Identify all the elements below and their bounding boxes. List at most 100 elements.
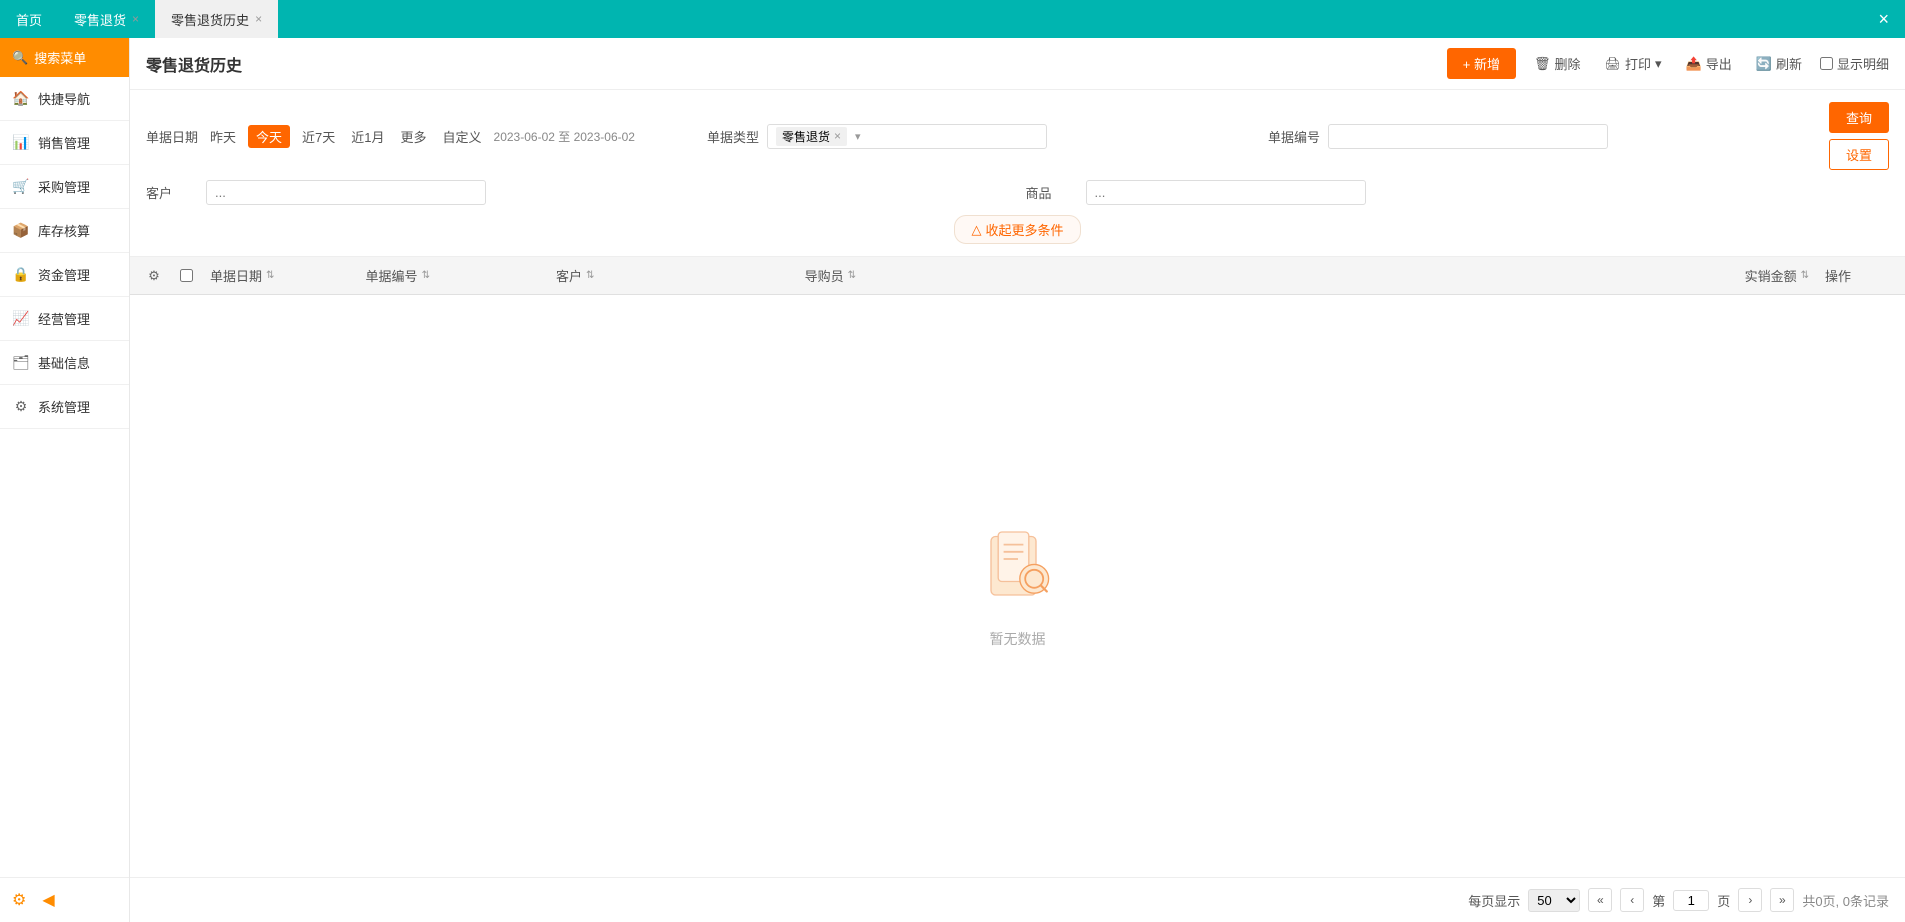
page-unit: 页 [1717,891,1730,910]
page-number-input[interactable] [1673,890,1709,911]
type-tag-input[interactable]: 零售退货 × ▾ [767,124,1047,149]
date-option-more[interactable]: 更多 [397,125,431,148]
refresh-icon: 🔄 [1756,56,1772,72]
date-option-custom[interactable]: 自定义 [439,125,486,148]
th-amount[interactable]: 实销金额 ⇅ [987,266,1817,285]
goods-filter-label: 商品 [1026,183,1086,202]
sidebar-item-operations[interactable]: 📈 经营管理 [0,297,129,341]
sort-date-icon: ⇅ [266,270,274,281]
tab-retail-return-history[interactable]: 零售退货历史 × [155,0,278,38]
display-toggle[interactable]: 显示明细 [1820,54,1889,73]
th-guide[interactable]: 导购员 ⇅ [797,266,987,285]
display-checkbox[interactable] [1820,57,1833,70]
export-icon: 📤 [1686,56,1702,72]
type-tag: 零售退货 × [776,127,847,146]
sidebar-item-system[interactable]: ⚙ 系统管理 [0,385,129,429]
number-filter-field [1328,124,1813,149]
collapse-button[interactable]: △ 收起更多条件 [954,215,1080,244]
sidebar-item-sales[interactable]: 📊 销售管理 [0,121,129,165]
delete-icon: 🗑 [1534,56,1551,72]
filter-area: 单据日期 昨天 今天 近7天 近1月 更多 自定义 2023-06-02 至 2… [130,90,1905,257]
sort-amount-icon: ⇅ [1801,270,1809,281]
sidebar-search[interactable]: 🔍 搜索菜单 [0,38,129,77]
query-button[interactable]: 查询 [1829,102,1889,133]
collapse-row: △ 收起更多条件 [146,215,1889,244]
date-filter-group: 昨天 今天 近7天 近1月 更多 自定义 2023-06-02 至 2023-0… [206,125,691,148]
number-filter-label: 单据编号 [1268,127,1328,146]
date-filter-label: 单据日期 [146,127,206,146]
empty-state: 暂无数据 [130,295,1905,877]
tab-retail-return[interactable]: 零售退货 × [58,0,155,38]
tab-home[interactable]: 首页 [0,0,58,38]
type-filter-field: 零售退货 × ▾ [767,124,1252,149]
page-size-label: 每页显示 [1468,891,1520,910]
tab-list: 首页 零售退货 × 零售退货历史 × [0,0,1862,38]
content-area: 零售退货历史 + 新增 🗑 删除 🖨 打印 ▾ 📤 导出 🔄 [130,38,1905,922]
date-option-today[interactable]: 今天 [248,125,290,148]
page-header: 零售退货历史 + 新增 🗑 删除 🖨 打印 ▾ 📤 导出 🔄 [130,38,1905,90]
page-label: 第 [1652,891,1665,910]
page-title: 零售退货历史 [146,52,242,76]
sidebar: 🔍 搜索菜单 🏠 快捷导航 📊 销售管理 🛒 采购管理 📦 库存核算 🔒 资金管… [0,38,130,922]
refresh-button[interactable]: 🔄 刷新 [1750,50,1808,77]
number-filter-input[interactable] [1328,124,1608,149]
select-all-checkbox[interactable] [180,269,193,282]
purchase-icon: 🛒 [12,178,30,196]
finance-icon: 🔒 [12,266,30,284]
new-button[interactable]: + 新增 [1447,48,1516,79]
last-page-button[interactable]: » [1770,888,1794,912]
settings-bottom-icon[interactable]: ⚙ [12,890,26,910]
collapse-sidebar-icon[interactable]: ◀ [42,890,54,910]
type-dropdown-arrow: ▾ [855,130,861,143]
sort-number-icon: ⇅ [422,270,430,281]
table-area: ⚙ 单据日期 ⇅ 单据编号 ⇅ 客户 ⇅ 导购员 ⇅ [130,257,1905,922]
table-settings-icon[interactable]: ⚙ [138,268,170,284]
print-button[interactable]: 🖨 打印 ▾ [1599,50,1668,77]
sort-customer-icon: ⇅ [586,270,594,281]
sidebar-item-purchase[interactable]: 🛒 采购管理 [0,165,129,209]
operations-icon: 📈 [12,310,30,328]
sidebar-item-inventory[interactable]: 📦 库存核算 [0,209,129,253]
collapse-icon: △ [971,222,981,238]
sidebar-item-quick-nav[interactable]: 🏠 快捷导航 [0,77,129,121]
type-tag-close[interactable]: × [834,129,841,143]
type-filter-label: 单据类型 [707,127,767,146]
print-dropdown-icon: ▾ [1655,56,1662,72]
goods-filter-field [1086,180,1890,205]
th-date[interactable]: 单据日期 ⇅ [202,266,358,285]
export-button[interactable]: 📤 导出 [1680,50,1738,77]
goods-filter-input[interactable] [1086,180,1366,205]
home-icon: 🏠 [12,90,30,108]
empty-icon [973,523,1063,613]
sidebar-bottom: ⚙ ◀ [0,877,129,922]
top-bar: 首页 零售退货 × 零售退货历史 × × [0,0,1905,38]
filter-row-date: 单据日期 昨天 今天 近7天 近1月 更多 自定义 2023-06-02 至 2… [146,102,1889,170]
sort-guide-icon: ⇅ [848,270,856,281]
close-tab-retail-return[interactable]: × [132,12,139,26]
sidebar-item-finance[interactable]: 🔒 资金管理 [0,253,129,297]
th-number[interactable]: 单据编号 ⇅ [358,266,548,285]
date-option-yesterday[interactable]: 昨天 [206,125,240,148]
prev-page-button[interactable]: ‹ [1620,888,1644,912]
date-option-7days[interactable]: 近7天 [298,125,339,148]
first-page-button[interactable]: « [1588,888,1612,912]
inventory-icon: 📦 [12,222,30,240]
close-tab-retail-return-history[interactable]: × [255,12,262,26]
header-actions: + 新增 🗑 删除 🖨 打印 ▾ 📤 导出 🔄 刷新 [1447,48,1889,79]
table-select-all[interactable] [170,269,202,282]
th-action: 操作 [1817,266,1897,285]
date-option-1month[interactable]: 近1月 [347,125,388,148]
next-page-button[interactable]: › [1738,888,1762,912]
table-header: ⚙ 单据日期 ⇅ 单据编号 ⇅ 客户 ⇅ 导购员 ⇅ [130,257,1905,295]
sidebar-item-basic-info[interactable]: 🗂 基础信息 [0,341,129,385]
pagination-bar: 每页显示 10 20 50 100 « ‹ 第 页 › » 共0页, 0条记录 [130,877,1905,922]
customer-filter-input[interactable] [206,180,486,205]
date-range-display: 2023-06-02 至 2023-06-02 [494,128,635,145]
customer-filter-field [206,180,1010,205]
settings-button[interactable]: 设置 [1829,139,1889,170]
page-size-select[interactable]: 10 20 50 100 [1528,889,1580,912]
print-icon: 🖨 [1605,56,1622,72]
delete-button[interactable]: 🗑 删除 [1528,50,1587,77]
window-close-button[interactable]: × [1862,9,1905,30]
th-customer[interactable]: 客户 ⇅ [548,266,797,285]
